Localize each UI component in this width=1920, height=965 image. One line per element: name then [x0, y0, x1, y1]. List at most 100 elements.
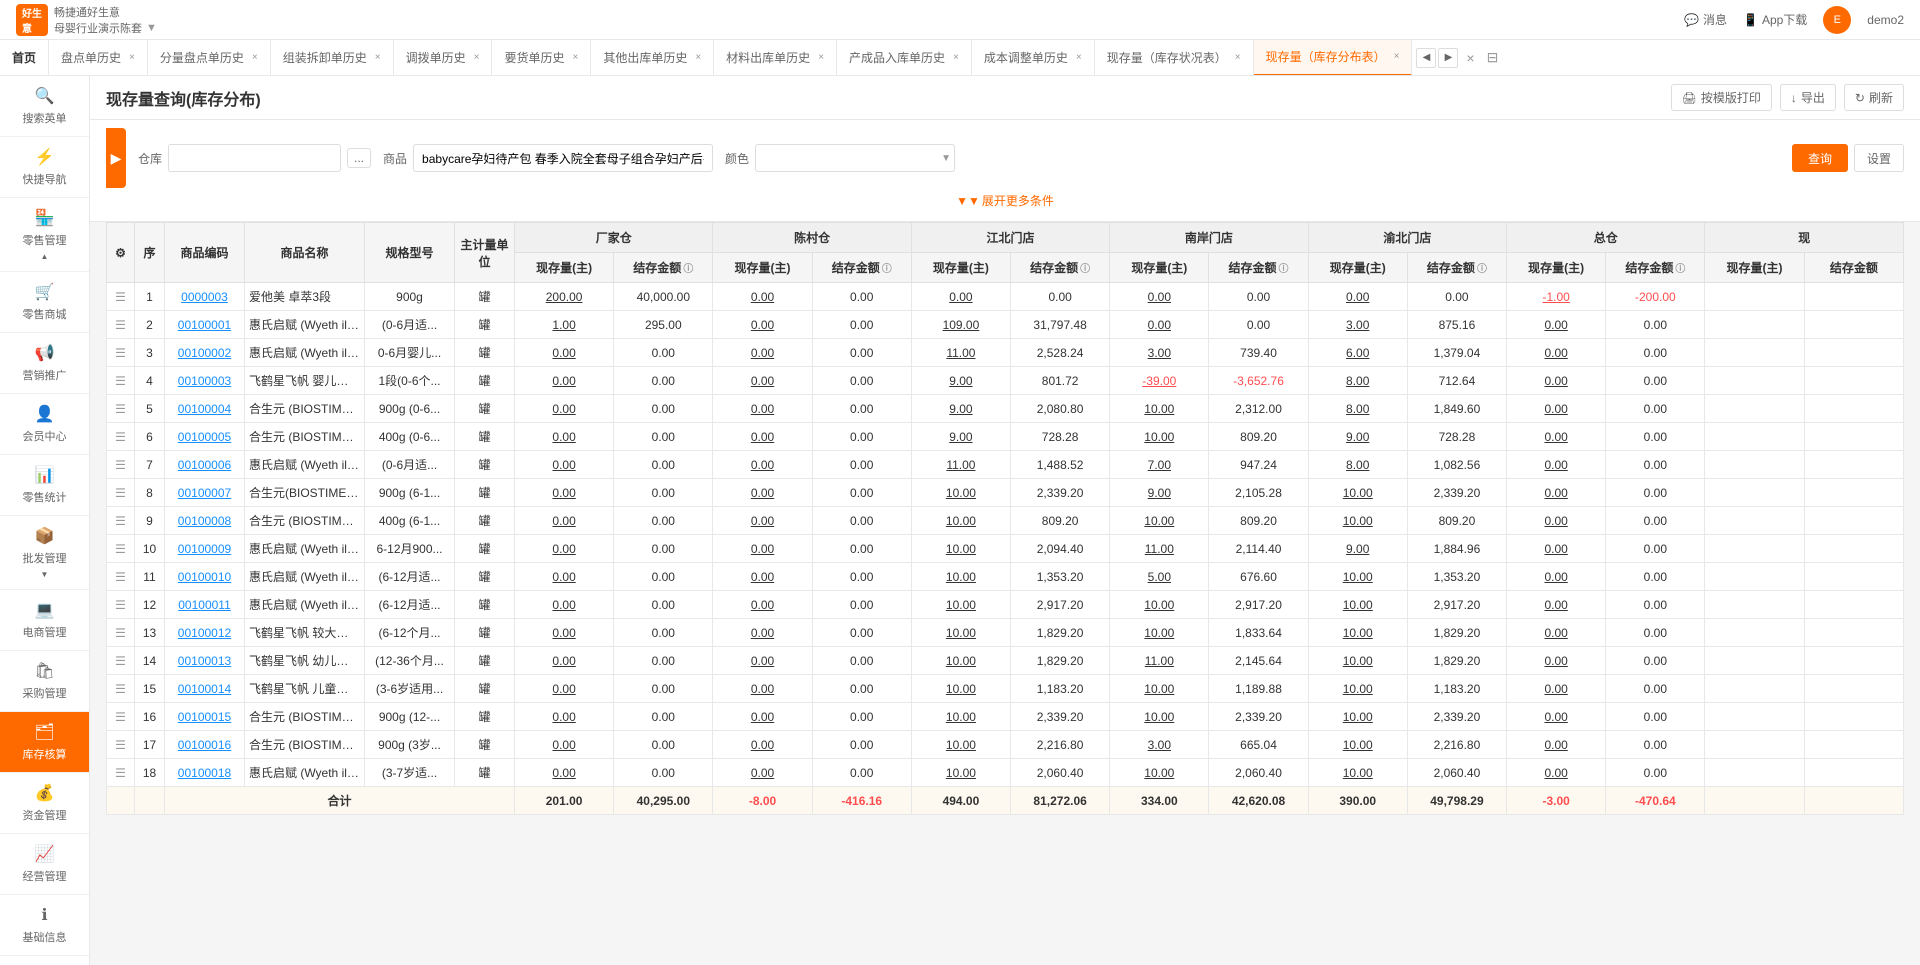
warehouse-ellipsis-btn[interactable]: ... — [347, 148, 371, 168]
row-gear[interactable]: ☰ — [107, 283, 135, 311]
row-jb-amt: 2,094.40 — [1011, 535, 1110, 563]
row-code[interactable]: 00100005 — [165, 423, 245, 451]
row-code[interactable]: 00100008 — [165, 507, 245, 535]
sidebar-item-wholesale[interactable]: 📦 批发管理 ▼ — [0, 516, 89, 590]
row-gear[interactable]: ☰ — [107, 591, 135, 619]
row-code[interactable]: 00100007 — [165, 479, 245, 507]
sidebar-item-marketing[interactable]: 📢 营销推广 — [0, 333, 89, 394]
sidebar-item-members[interactable]: 👤 会员中心 — [0, 394, 89, 455]
tab-zuzhechaichu[interactable]: 组装拆卸单历史 × — [271, 40, 394, 76]
row-yb-cur: 10.00 — [1308, 507, 1407, 535]
sidebar-item-retail[interactable]: 🏪 零售管理 ▲ — [0, 198, 89, 272]
tab-yaohuo[interactable]: 要货单历史 × — [492, 40, 591, 76]
export-btn[interactable]: ↓ 导出 — [1780, 84, 1836, 111]
tab-qitachu[interactable]: 其他出库单历史 × — [591, 40, 714, 76]
row-yb-amt: 0.00 — [1407, 283, 1506, 311]
row-gear[interactable]: ☰ — [107, 423, 135, 451]
row-ex-cur — [1705, 367, 1804, 395]
tab-xiancunliangfen[interactable]: 现存量（库存分布表）× — [1254, 40, 1413, 76]
row-gear[interactable]: ☰ — [107, 731, 135, 759]
sidebar-item-retailmall[interactable]: 🛒 零售商城 — [0, 272, 89, 333]
row-code[interactable]: 00100002 — [165, 339, 245, 367]
print-btn[interactable]: 🖨 按模版打印 — [1671, 84, 1772, 111]
setting-btn[interactable]: 设置 — [1854, 144, 1904, 172]
query-btn[interactable]: 查询 — [1792, 144, 1848, 172]
tab-expand-btn[interactable]: ⊟ — [1482, 48, 1502, 68]
tab-prev-btn[interactable]: ◀ — [1416, 48, 1436, 68]
row-code[interactable]: 00100010 — [165, 563, 245, 591]
row-code[interactable]: 00100018 — [165, 759, 245, 787]
refresh-btn[interactable]: ↻ 刷新 — [1844, 84, 1904, 111]
sidebar-item-finance[interactable]: 💰 资金管理 — [0, 773, 89, 834]
row-c-amt: 0.00 — [812, 283, 911, 311]
warehouse-input[interactable] — [168, 144, 341, 172]
row-code[interactable]: 00100015 — [165, 703, 245, 731]
row-yb-cur: 8.00 — [1308, 451, 1407, 479]
table-row: ☰ 15 00100014 飞鹤星飞帆 儿童奶粉 4... (3-6岁适用...… — [107, 675, 1904, 703]
row-gear[interactable]: ☰ — [107, 563, 135, 591]
row-code[interactable]: 00100011 — [165, 591, 245, 619]
row-code[interactable]: 00100001 — [165, 311, 245, 339]
row-code[interactable]: 00100006 — [165, 451, 245, 479]
tab-home[interactable]: 首页 — [0, 40, 49, 76]
row-code[interactable]: 00100014 — [165, 675, 245, 703]
top-bar-left: 好生意 畅捷通好生意 母婴行业演示陈套 ▼ — [16, 4, 157, 36]
row-ex-cur — [1705, 703, 1804, 731]
row-jb-cur: 10.00 — [911, 507, 1010, 535]
sidebar-item-purchase[interactable]: 🛍 采购管理 — [0, 651, 89, 712]
row-gear[interactable]: ☰ — [107, 703, 135, 731]
sidebar-item-search[interactable]: 🔍 搜索英单 — [0, 76, 89, 137]
row-gear[interactable]: ☰ — [107, 675, 135, 703]
row-gear[interactable]: ☰ — [107, 535, 135, 563]
tab-chanchengru[interactable]: 产成品入库单历史 × — [837, 40, 972, 76]
sidebar-item-operations[interactable]: 📈 经营管理 — [0, 834, 89, 895]
table-row: ☰ 14 00100013 飞鹤星飞帆 幼儿配方奶... (12-36个月...… — [107, 647, 1904, 675]
app-download-btn[interactable]: 📱 App下载 — [1743, 11, 1807, 28]
tab-chenben[interactable]: 成本调整单历史 × — [972, 40, 1095, 76]
tab-fenpandian[interactable]: 分量盘点单历史 × — [148, 40, 271, 76]
row-code[interactable]: 00100004 — [165, 395, 245, 423]
sidebar-item-baseinfo[interactable]: ℹ 基础信息 — [0, 895, 89, 956]
sidebar-item-inventory[interactable]: 🗂 库存核算 — [0, 712, 89, 773]
expand-conditions-btn[interactable]: ▼▼ 展开更多条件 — [956, 192, 1054, 209]
summary-na-amt: 42,620.08 — [1209, 787, 1308, 815]
row-gear[interactable]: ☰ — [107, 339, 135, 367]
tab-cailiaochu[interactable]: 材料出库单历史 × — [714, 40, 837, 76]
row-gear[interactable]: ☰ — [107, 311, 135, 339]
row-z-amt: 0.00 — [1606, 535, 1705, 563]
row-code[interactable]: 00100016 — [165, 731, 245, 759]
table-container[interactable]: ⚙ 序 商品编码 商品名称 规格型号 主计量单位 厂家仓 陈村仓 江北门店 南岸… — [90, 222, 1920, 965]
row-code[interactable]: 00100003 — [165, 367, 245, 395]
sidebar-item-ecommerce[interactable]: 💻 电商管理 — [0, 590, 89, 651]
row-na-amt: 1,189.88 — [1209, 675, 1308, 703]
row-gear[interactable]: ☰ — [107, 507, 135, 535]
tab-next-btn[interactable]: ▶ — [1438, 48, 1458, 68]
color-input[interactable] — [755, 144, 955, 172]
row-gear[interactable]: ☰ — [107, 395, 135, 423]
tab-diaobo[interactable]: 调拨单历史 × — [394, 40, 493, 76]
sidebar-item-retailstats[interactable]: 📊 零售统计 — [0, 455, 89, 516]
sidebar-item-quicknav[interactable]: ⚡ 快捷导航 — [0, 137, 89, 198]
row-name: 合生元(BIOSTIME)派... — [245, 479, 365, 507]
row-gear[interactable]: ☰ — [107, 619, 135, 647]
orange-expand-btn[interactable]: ▶ — [106, 128, 126, 188]
row-gear[interactable]: ☰ — [107, 759, 135, 787]
row-gear[interactable]: ☰ — [107, 479, 135, 507]
tab-xiancunliangkuang[interactable]: 现存量（库存状况表）× — [1095, 40, 1254, 76]
row-yb-amt: 1,379.04 — [1407, 339, 1506, 367]
message-btn[interactable]: 💬 消息 — [1684, 11, 1727, 28]
row-code[interactable]: 00100013 — [165, 647, 245, 675]
th-code: 商品编码 — [165, 223, 245, 283]
row-jb-amt: 1,353.20 — [1011, 563, 1110, 591]
goods-input[interactable] — [413, 144, 713, 172]
tab-pandian[interactable]: 盘点单历史 × — [49, 40, 148, 76]
row-gear[interactable]: ☰ — [107, 367, 135, 395]
row-code[interactable]: 0000003 — [165, 283, 245, 311]
row-code[interactable]: 00100012 — [165, 619, 245, 647]
row-no: 5 — [135, 395, 165, 423]
sidebar-item-sysadmin[interactable]: ⚙ 系统管理 — [0, 956, 89, 965]
row-code[interactable]: 00100009 — [165, 535, 245, 563]
row-gear[interactable]: ☰ — [107, 451, 135, 479]
tab-close-all-btn[interactable]: × — [1460, 48, 1480, 68]
row-gear[interactable]: ☰ — [107, 647, 135, 675]
